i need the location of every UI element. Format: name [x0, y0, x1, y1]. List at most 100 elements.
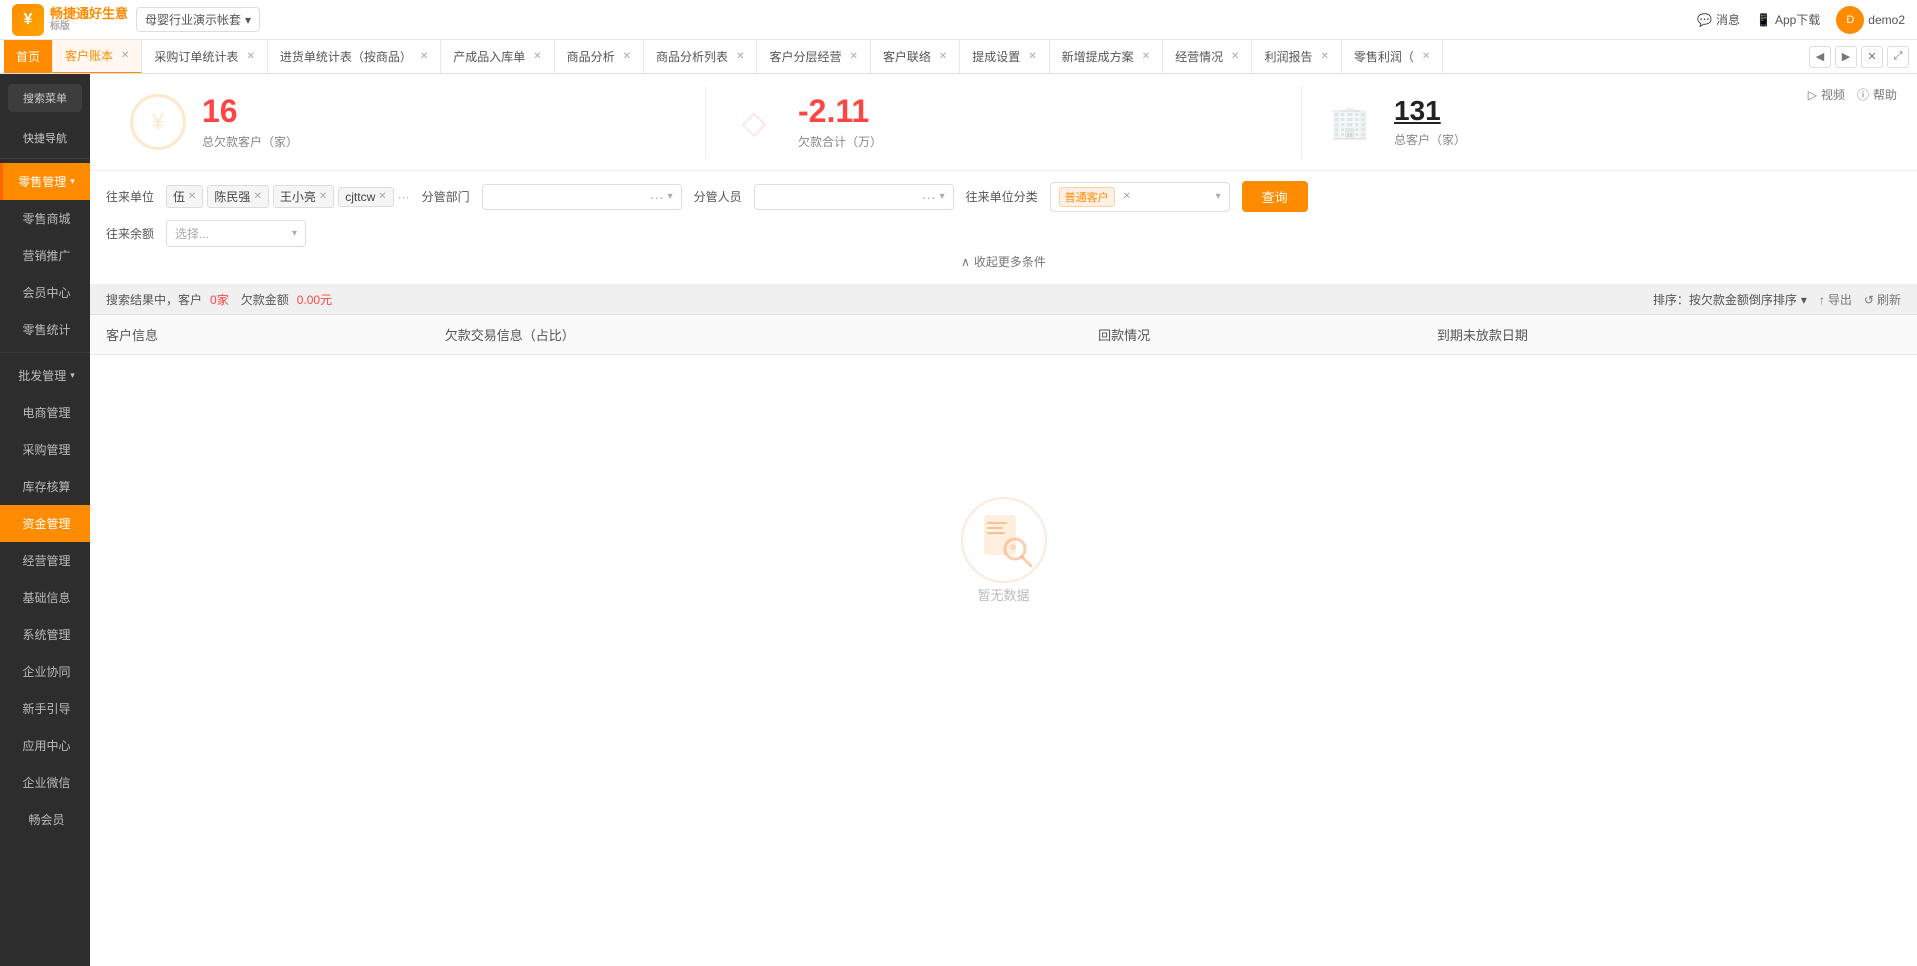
tab-product-analysis-list[interactable]: 商品分析列表 ✕: [644, 40, 757, 74]
tab-home[interactable]: 首页: [4, 40, 53, 74]
tab-expand-button[interactable]: ⤢: [1887, 46, 1909, 68]
tab-close-icon[interactable]: ✕: [246, 51, 254, 62]
filter-more-tags[interactable]: ···: [398, 190, 410, 204]
avatar: D: [1836, 6, 1864, 34]
query-button[interactable]: 查询: [1242, 181, 1308, 212]
sidebar-item-operations-mgmt[interactable]: 经营管理: [0, 542, 90, 579]
sidebar-item-enterprise-wechat[interactable]: 企业微信: [0, 764, 90, 801]
sidebar-item-label: 新手引导: [22, 702, 70, 716]
tab-close-icon[interactable]: ✕: [1422, 51, 1430, 62]
messages-button[interactable]: 💬 消息: [1697, 11, 1740, 28]
category-filter-select[interactable]: 普通客户 ✕ ▾: [1050, 182, 1230, 212]
sidebar-item-finance[interactable]: 资金管理: [0, 505, 90, 542]
tab-close-icon[interactable]: ✕: [1321, 51, 1329, 62]
category-tag-close[interactable]: ✕: [1123, 191, 1131, 202]
sort-selector[interactable]: 排序：按欠款金额倒序排序 ▾: [1653, 291, 1807, 308]
remainder-filter-select[interactable]: 选择... ▾: [166, 220, 306, 247]
stat-text-3: 131 总客户（家）: [1394, 96, 1466, 148]
sidebar-item-wholesale[interactable]: 批发管理 ▾: [0, 357, 90, 394]
sidebar-item-marketing[interactable]: 营销推广: [0, 237, 90, 274]
sidebar-item-app-center[interactable]: 应用中心: [0, 727, 90, 764]
tab-label: 进货单统计表（按商品）: [280, 48, 412, 65]
tab-label: 产成品入库单: [453, 48, 525, 65]
sidebar-item-enterprise[interactable]: 企业协同: [0, 653, 90, 690]
sidebar-item-member-plus[interactable]: 畅会员: [0, 801, 90, 838]
tab-close-icon[interactable]: ✕: [420, 51, 428, 62]
user-avatar-area[interactable]: D demo2: [1836, 6, 1905, 34]
tag-close-wu[interactable]: ✕: [188, 191, 196, 202]
tab-close-icon[interactable]: ✕: [1231, 51, 1239, 62]
col-due-date: 到期未放款日期: [1421, 315, 1917, 355]
tab-close-icon[interactable]: ✕: [939, 51, 947, 62]
tab-prev-button[interactable]: ◀: [1809, 46, 1831, 68]
tab-retail-profit[interactable]: 零售利润（ ✕: [1342, 40, 1443, 74]
yen-circle-icon: ¥: [130, 94, 186, 150]
export-button[interactable]: ↑ 导出: [1819, 291, 1852, 308]
collapse-button[interactable]: ∧ 收起更多条件: [961, 253, 1046, 270]
empty-icon: [959, 495, 1049, 585]
tab-close-icon[interactable]: ✕: [121, 50, 129, 61]
refresh-label: 刷新: [1877, 291, 1901, 308]
sidebar-item-member-center[interactable]: 会员中心: [0, 274, 90, 311]
refresh-button[interactable]: ↺ 刷新: [1864, 291, 1901, 308]
tab-label: 商品分析列表: [656, 48, 728, 65]
person-filter-select[interactable]: ··· ▾: [754, 184, 954, 210]
empty-state: 暂无数据: [110, 415, 1897, 684]
search-menu-button[interactable]: 搜索菜单: [8, 84, 82, 112]
sidebar-item-ecommerce[interactable]: 电商管理: [0, 394, 90, 431]
tag-close-cjttcw[interactable]: ✕: [378, 191, 386, 202]
filter-tag-cjttcw: cjttcw ✕: [338, 187, 393, 207]
tab-close-all-button[interactable]: ✕: [1861, 46, 1883, 68]
company-selector[interactable]: 母婴行业演示帐套 ▾: [136, 7, 260, 32]
tab-product-analysis[interactable]: 商品分析 ✕: [555, 40, 644, 74]
all-customers-label: 总客户（家）: [1394, 131, 1466, 148]
tab-purchase-stats[interactable]: 进货单统计表（按商品） ✕: [268, 40, 441, 74]
stats-help-area: ▷ 视频 ⓘ 帮助: [1808, 86, 1897, 103]
sidebar-item-label: 畅会员: [28, 813, 64, 827]
tab-label: 经营情况: [1175, 48, 1223, 65]
help-button[interactable]: ⓘ 帮助: [1857, 86, 1897, 103]
sidebar-item-basic-info[interactable]: 基础信息: [0, 579, 90, 616]
sidebar-item-purchase[interactable]: 采购管理: [0, 431, 90, 468]
tab-close-icon[interactable]: ✕: [1028, 51, 1036, 62]
tab-operations[interactable]: 经营情况 ✕: [1163, 40, 1252, 74]
video-help-button[interactable]: ▷ 视频: [1808, 86, 1845, 103]
person-filter-dots[interactable]: ···: [922, 189, 936, 205]
results-count-value: 0家: [210, 291, 229, 308]
sidebar-item-guide[interactable]: 新手引导: [0, 690, 90, 727]
tab-close-icon[interactable]: ✕: [623, 51, 631, 62]
tab-close-icon[interactable]: ✕: [736, 51, 744, 62]
tab-commission-settings[interactable]: 提成设置 ✕: [960, 40, 1049, 74]
tab-purchase-order[interactable]: 采购订单统计表 ✕: [142, 40, 267, 74]
dept-filter-dots[interactable]: ···: [650, 189, 664, 205]
sidebar-item-retail-management[interactable]: 零售管理 ▾: [0, 163, 90, 200]
quick-nav-button[interactable]: 快捷导航: [0, 122, 90, 154]
tag-close-wang[interactable]: ✕: [319, 191, 327, 202]
username: demo2: [1868, 13, 1905, 27]
tab-close-icon[interactable]: ✕: [1142, 51, 1150, 62]
dept-filter-select[interactable]: ··· ▾: [482, 184, 682, 210]
tab-profit-report[interactable]: 利润报告 ✕: [1252, 40, 1341, 74]
export-label: 导出: [1828, 291, 1852, 308]
tab-label: 提成设置: [972, 48, 1020, 65]
tab-close-icon[interactable]: ✕: [849, 51, 857, 62]
tab-close-icon[interactable]: ✕: [533, 51, 541, 62]
video-icon: ▷: [1808, 88, 1817, 102]
collapse-area: ∧ 收起更多条件: [106, 253, 1901, 270]
tab-customer-contact[interactable]: 客户联络 ✕: [871, 40, 960, 74]
sidebar-item-retail-mall[interactable]: 零售商城: [0, 200, 90, 237]
tab-customer-layer[interactable]: 客户分层经营 ✕: [757, 40, 870, 74]
tag-close-chen[interactable]: ✕: [253, 191, 261, 202]
tab-next-button[interactable]: ▶: [1835, 46, 1857, 68]
tab-add-commission[interactable]: 新增提成方案 ✕: [1050, 40, 1163, 74]
tab-product-inbound[interactable]: 产成品入库单 ✕: [441, 40, 554, 74]
sidebar-item-label: 基础信息: [22, 591, 70, 605]
tab-customer-account[interactable]: 客户账本 ✕: [53, 40, 142, 74]
dept-filter-label: 分管部门: [422, 188, 470, 205]
sidebar-item-label: 采购管理: [22, 443, 70, 457]
sidebar-item-system[interactable]: 系统管理: [0, 616, 90, 653]
app-download-button[interactable]: 📱 App下载: [1756, 11, 1820, 28]
app-name: 畅捷通好生意: [50, 6, 128, 22]
sidebar-item-retail-stats[interactable]: 零售统计: [0, 311, 90, 348]
sidebar-item-inventory[interactable]: 库存核算: [0, 468, 90, 505]
